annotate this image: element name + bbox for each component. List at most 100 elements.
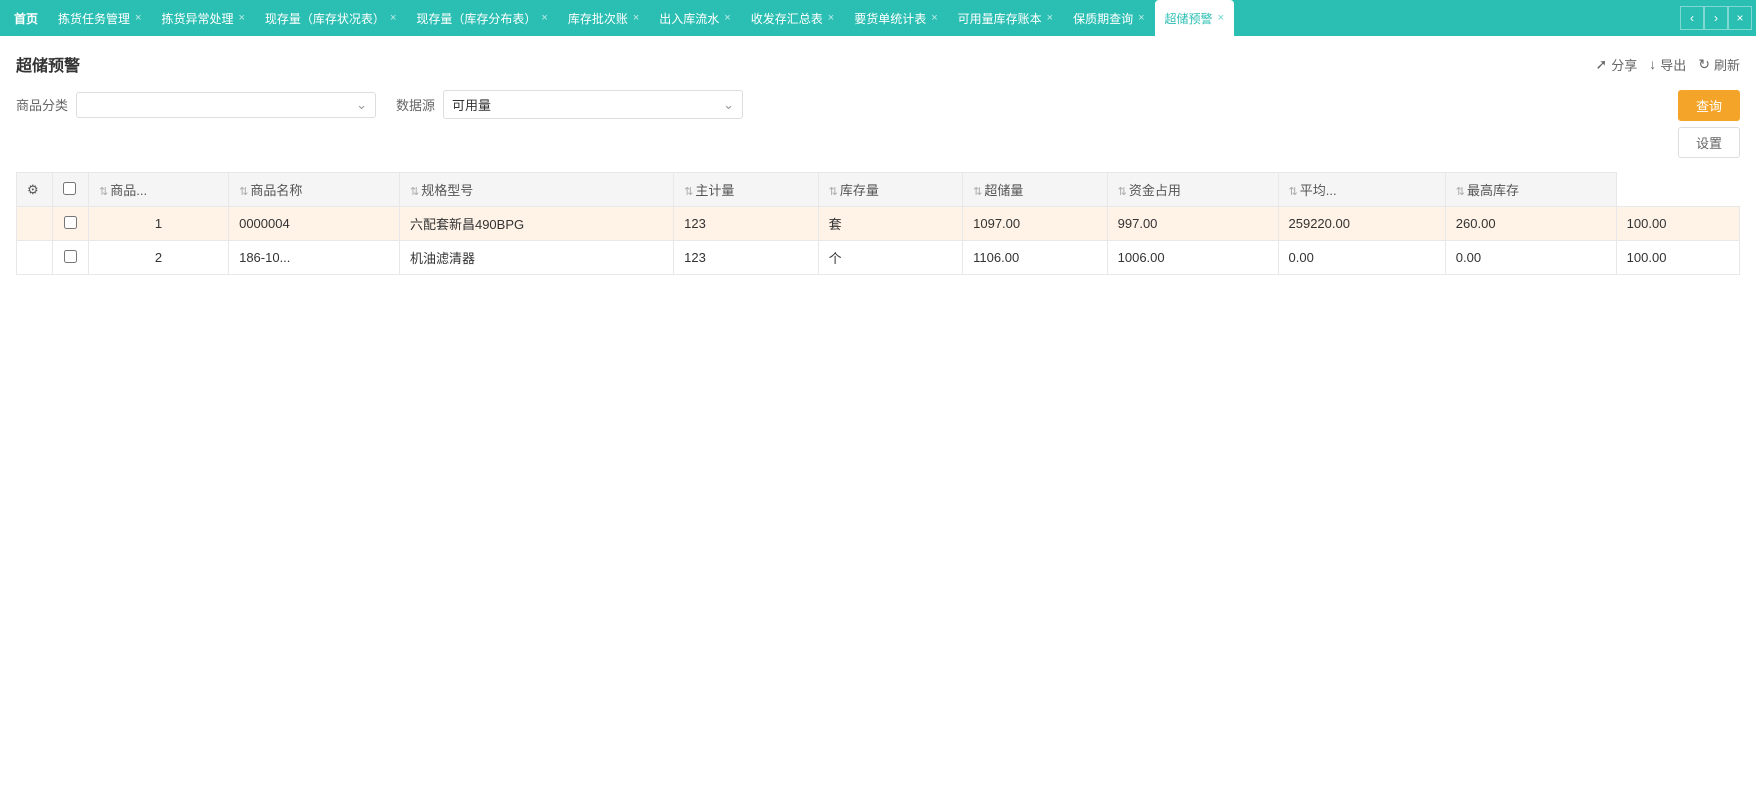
close-tab-available-stock[interactable]: × <box>1047 12 1053 24</box>
th-checkbox[interactable] <box>53 173 89 207</box>
nav-tab-available-stock[interactable]: 可用量库存账本 × <box>948 0 1063 36</box>
row-product-name: 机油滤清器 <box>399 241 673 275</box>
sort-icon-spec: ⇅ <box>410 186 419 198</box>
table-row: 2186-10...机油滤清器123个1106.001006.000.000.0… <box>17 241 1740 275</box>
select-all-checkbox[interactable] <box>63 182 76 195</box>
row-overstock: 997.00 <box>1107 207 1278 241</box>
th-stock[interactable]: ⇅库存量 <box>818 173 963 207</box>
sort-icon-product-code: ⇅ <box>99 186 108 198</box>
nav-tab-stock-dist[interactable]: 现存量（库存分布表） × <box>406 0 557 36</box>
sort-icon-avg: ⇅ <box>1289 186 1298 198</box>
filter-row: 商品分类 ⌄ 数据源 可用量 ⌄ <box>16 90 1658 119</box>
sort-icon-max-stock: ⇅ <box>1456 186 1465 198</box>
page-content: 超储预警 ➚ 分享 ↓ 导出 ↻ 刷新 商品分类 <box>0 36 1756 800</box>
close-tab-receive-send[interactable]: × <box>828 12 834 24</box>
nav-tab-receive-send[interactable]: 收发存汇总表 × <box>741 0 844 36</box>
row-max-stock: 100.00 <box>1616 241 1739 275</box>
table-row: 10000004六配套新昌490BPG123套1097.00997.002592… <box>17 207 1740 241</box>
th-gear[interactable]: ⚙ <box>17 173 53 207</box>
export-action[interactable]: ↓ 导出 <box>1649 55 1686 74</box>
row-avg: 260.00 <box>1445 207 1616 241</box>
close-tab-stock-status[interactable]: × <box>390 12 396 24</box>
filter-actions: 查询 设置 <box>1678 90 1740 158</box>
filter-product-category: 商品分类 ⌄ <box>16 92 376 118</box>
th-product-name[interactable]: ⇅商品名称 <box>229 173 400 207</box>
row-capital: 0.00 <box>1278 241 1445 275</box>
page-header: 超储预警 ➚ 分享 ↓ 导出 ↻ 刷新 <box>16 52 1740 76</box>
row-product-code: 0000004 <box>229 207 400 241</box>
row-capital: 259220.00 <box>1278 207 1445 241</box>
gear-icon: ⚙ <box>27 182 39 197</box>
refresh-icon: ↻ <box>1698 56 1710 73</box>
th-product-code[interactable]: ⇅商品... <box>89 173 229 207</box>
row-checkbox-cell[interactable] <box>53 241 89 275</box>
data-table: ⚙ ⇅商品... ⇅商品名称 ⇅规格型号 ⇅主计量 ⇅库存量 <box>16 172 1740 275</box>
close-tab-quality-period[interactable]: × <box>1138 12 1144 24</box>
nav-left-arrow[interactable]: ‹ <box>1680 6 1704 30</box>
sort-icon-product-name: ⇅ <box>239 186 248 198</box>
row-product-code: 186-10... <box>229 241 400 275</box>
th-capital[interactable]: ⇅资金占用 <box>1107 173 1278 207</box>
row-stock: 1106.00 <box>963 241 1108 275</box>
close-tab-overstock-warning[interactable]: × <box>1218 12 1224 24</box>
close-tab-batch-account[interactable]: × <box>633 12 639 24</box>
row-spec: 123 <box>674 241 819 275</box>
row-max-stock: 100.00 <box>1616 207 1739 241</box>
chevron-down-icon: ⌄ <box>356 97 367 113</box>
share-action[interactable]: ➚ 分享 <box>1595 55 1637 74</box>
share-icon: ➚ <box>1595 56 1607 73</box>
filter-data-source: 数据源 可用量 ⌄ <box>396 90 743 119</box>
header-actions: ➚ 分享 ↓ 导出 ↻ 刷新 <box>1595 55 1740 74</box>
row-stock: 1097.00 <box>963 207 1108 241</box>
sort-icon-unit: ⇅ <box>684 186 693 198</box>
nav-tab-stock-status[interactable]: 现存量（库存状况表） × <box>255 0 406 36</box>
th-avg[interactable]: ⇅平均... <box>1278 173 1445 207</box>
query-button[interactable]: 查询 <box>1678 90 1740 121</box>
export-icon: ↓ <box>1649 56 1656 72</box>
close-tab-requisition[interactable]: × <box>931 12 937 24</box>
nav-tab-pick-tasks[interactable]: 拣货任务管理 × <box>48 0 151 36</box>
refresh-action[interactable]: ↻ 刷新 <box>1698 55 1740 74</box>
sort-icon-capital: ⇅ <box>1118 186 1127 198</box>
row-avg: 0.00 <box>1445 241 1616 275</box>
product-category-select[interactable]: ⌄ <box>76 92 376 118</box>
close-tab-pick-tasks[interactable]: × <box>135 12 141 24</box>
nav-tab-requisition[interactable]: 要货单统计表 × <box>844 0 947 36</box>
nav-arrows: ‹ › × <box>1680 6 1752 30</box>
close-tab-pick-exception[interactable]: × <box>238 12 244 24</box>
row-checkbox-cell[interactable] <box>53 207 89 241</box>
nav-right-arrow[interactable]: › <box>1704 6 1728 30</box>
th-max-stock[interactable]: ⇅最高库存 <box>1445 173 1616 207</box>
chevron-down-icon-2: ⌄ <box>723 97 734 113</box>
th-spec[interactable]: ⇅规格型号 <box>399 173 673 207</box>
th-unit[interactable]: ⇅主计量 <box>674 173 819 207</box>
row-gear-cell <box>17 241 53 275</box>
row-num: 1 <box>89 207 229 241</box>
nav-close-all[interactable]: × <box>1728 6 1752 30</box>
row-checkbox-1[interactable] <box>64 216 77 229</box>
nav-tab-overstock-warning[interactable]: 超储预警 × <box>1155 0 1234 36</box>
settings-button[interactable]: 设置 <box>1678 127 1740 158</box>
row-spec: 123 <box>674 207 819 241</box>
row-gear-cell <box>17 207 53 241</box>
row-unit: 套 <box>818 207 963 241</box>
sort-icon-overstock: ⇅ <box>973 186 982 198</box>
nav-tab-pick-exception[interactable]: 拣货异常处理 × <box>151 0 254 36</box>
row-product-name: 六配套新昌490BPG <box>399 207 673 241</box>
row-overstock: 1006.00 <box>1107 241 1278 275</box>
nav-tab-batch-account[interactable]: 库存批次账 × <box>558 0 649 36</box>
nav-tab-inout-flow[interactable]: 出入库流水 × <box>649 0 740 36</box>
close-tab-stock-dist[interactable]: × <box>541 12 547 24</box>
nav-home[interactable]: 首页 <box>4 0 48 36</box>
page-title: 超储预警 <box>16 52 80 76</box>
nav-tab-quality-period[interactable]: 保质期查询 × <box>1063 0 1154 36</box>
row-num: 2 <box>89 241 229 275</box>
data-source-select[interactable]: 可用量 ⌄ <box>443 90 743 119</box>
th-overstock[interactable]: ⇅超储量 <box>963 173 1108 207</box>
top-navigation: 首页 拣货任务管理 × 拣货异常处理 × 现存量（库存状况表） × 现存量（库存… <box>0 0 1756 36</box>
close-tab-inout-flow[interactable]: × <box>724 12 730 24</box>
row-unit: 个 <box>818 241 963 275</box>
table-header-row: ⚙ ⇅商品... ⇅商品名称 ⇅规格型号 ⇅主计量 ⇅库存量 <box>17 173 1740 207</box>
row-checkbox-2[interactable] <box>64 250 77 263</box>
sort-icon-stock: ⇅ <box>829 186 838 198</box>
